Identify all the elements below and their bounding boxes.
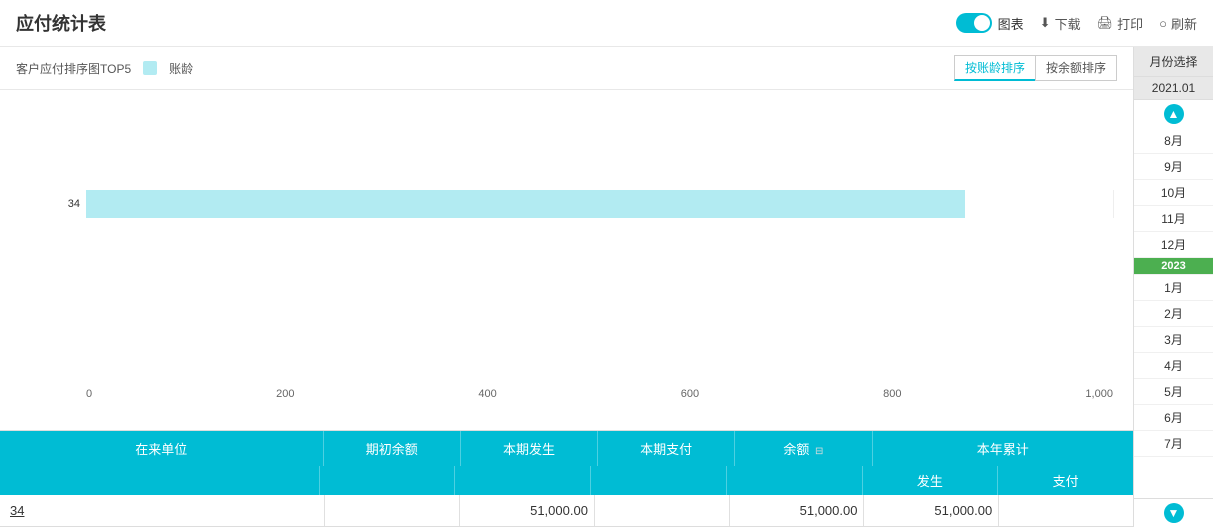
print-icon: 🖨 xyxy=(1097,15,1114,31)
month-item-1[interactable]: 1月 xyxy=(1134,275,1213,301)
legend-color-label: 账龄 xyxy=(169,60,193,77)
unit-link[interactable]: 34 xyxy=(10,503,24,518)
td-current-occur: 51,000.00 xyxy=(460,495,595,526)
gridline-1000 xyxy=(1113,190,1114,218)
refresh-button[interactable]: ○ 刷新 xyxy=(1159,14,1197,33)
th-current-occur: 本期发生 xyxy=(461,431,598,466)
table-subheader: 发生 支付 xyxy=(0,466,1133,495)
chart-inner: 34 856天 xyxy=(50,100,1113,400)
th-unit: 在来单位 xyxy=(0,431,324,466)
sidebar-title: 月份选择 xyxy=(1134,47,1213,77)
td-annual-pay xyxy=(999,495,1133,526)
main-content: 客户应付排序图TOP5 账龄 按账龄排序 按余额排序 34 xyxy=(0,47,1213,527)
th-annual: 本年累计 xyxy=(873,431,1133,466)
sidebar-current-value: 2021.01 xyxy=(1134,77,1213,100)
legend-color-dot xyxy=(143,61,157,75)
month-item-9[interactable]: 9月 xyxy=(1134,154,1213,180)
month-item-5[interactable]: 5月 xyxy=(1134,379,1213,405)
th-sub-spacer2 xyxy=(320,466,456,495)
sort-by-age-button[interactable]: 按账龄排序 xyxy=(954,55,1035,81)
th-sub-spacer5 xyxy=(727,466,863,495)
refresh-label: 刷新 xyxy=(1171,14,1197,33)
month-item-6[interactable]: 6月 xyxy=(1134,405,1213,431)
x-tick-0: 0 xyxy=(86,388,92,400)
x-tick-400: 400 xyxy=(478,388,496,400)
td-opening xyxy=(325,495,460,526)
td-balance: 51,000.00 xyxy=(730,495,865,526)
balance-filter-icon: ⊟ xyxy=(815,446,823,457)
x-tick-1000: 1,000 xyxy=(1085,388,1113,400)
chart-toggle-label: 图表 xyxy=(998,14,1024,33)
legend-label: 客户应付排序图TOP5 xyxy=(16,60,131,77)
sidebar-nav-up[interactable]: ▲ xyxy=(1134,100,1213,128)
th-sub-spacer4 xyxy=(591,466,727,495)
year-marker-2023: 2023 xyxy=(1134,258,1213,275)
download-label: 下载 xyxy=(1055,14,1081,33)
data-table: 在来单位 期初余额 本期发生 本期支付 余额 ⊟ 本年累计 xyxy=(0,430,1133,527)
x-axis: 0 200 400 600 800 1,000 xyxy=(86,388,1113,400)
sidebar-nav-down[interactable]: ▼ xyxy=(1134,498,1213,527)
th-opening: 期初余额 xyxy=(324,431,461,466)
page-header: 应付统计表 图表 ⬇ 下载 🖨 打印 ○ 刷新 xyxy=(0,0,1213,47)
bar-y-label: 34 xyxy=(50,198,80,210)
x-tick-200: 200 xyxy=(276,388,294,400)
x-tick-800: 800 xyxy=(883,388,901,400)
month-item-2[interactable]: 2月 xyxy=(1134,301,1213,327)
th-sub-spacer3 xyxy=(455,466,591,495)
table-header: 在来单位 期初余额 本期发生 本期支付 余额 ⊟ 本年累计 xyxy=(0,431,1133,466)
month-item-4[interactable]: 4月 xyxy=(1134,353,1213,379)
refresh-icon: ○ xyxy=(1159,16,1167,31)
chart-legend: 客户应付排序图TOP5 账龄 xyxy=(16,60,193,77)
chart-table-area: 客户应付排序图TOP5 账龄 按账龄排序 按余额排序 34 xyxy=(0,47,1133,527)
print-label: 打印 xyxy=(1117,14,1143,33)
month-selector-sidebar: 月份选择 2021.01 ▲ 8月 9月 10月 11月 12月 2023 1月… xyxy=(1133,47,1213,527)
download-icon: ⬇ xyxy=(1040,15,1051,31)
nav-down-arrow[interactable]: ▼ xyxy=(1164,503,1184,523)
chart-toggle-wrap[interactable]: 图表 xyxy=(956,13,1024,33)
td-current-pay xyxy=(595,495,730,526)
month-item-10[interactable]: 10月 xyxy=(1134,180,1213,206)
th-balance: 余额 ⊟ xyxy=(735,431,872,466)
month-item-12[interactable]: 12月 xyxy=(1134,232,1213,258)
th-annual-occur: 发生 xyxy=(863,466,999,495)
chart-sort-options: 按账龄排序 按余额排序 xyxy=(954,55,1117,81)
month-item-3[interactable]: 3月 xyxy=(1134,327,1213,353)
month-item-7[interactable]: 7月 xyxy=(1134,431,1213,457)
nav-up-arrow[interactable]: ▲ xyxy=(1164,104,1184,124)
bar-chart: 34 856天 xyxy=(0,90,1133,430)
bar-track: 856天 xyxy=(86,190,1113,218)
sort-by-balance-button[interactable]: 按余额排序 xyxy=(1035,55,1117,81)
month-item-11[interactable]: 11月 xyxy=(1134,206,1213,232)
td-unit: 34 xyxy=(0,495,325,526)
th-current-pay: 本期支付 xyxy=(598,431,735,466)
th-sub-spacer1 xyxy=(0,466,320,495)
page-title: 应付统计表 xyxy=(16,10,106,36)
print-button[interactable]: 🖨 打印 xyxy=(1097,14,1144,33)
download-button[interactable]: ⬇ 下载 xyxy=(1040,14,1081,33)
chart-header: 客户应付排序图TOP5 账龄 按账龄排序 按余额排序 xyxy=(0,47,1133,90)
th-annual-pay: 支付 xyxy=(998,466,1133,495)
month-item-8[interactable]: 8月 xyxy=(1134,128,1213,154)
table-row: 34 51,000.00 51,000.00 51,000.00 xyxy=(0,495,1133,527)
header-actions: 图表 ⬇ 下载 🖨 打印 ○ 刷新 xyxy=(956,13,1197,33)
td-annual-occur: 51,000.00 xyxy=(864,495,999,526)
x-tick-600: 600 xyxy=(681,388,699,400)
bar-row-1: 34 856天 xyxy=(50,190,1113,218)
bar-fill xyxy=(86,190,965,218)
month-list: 8月 9月 10月 11月 12月 2023 1月 2月 3月 4月 5月 6月… xyxy=(1134,128,1213,498)
chart-toggle[interactable] xyxy=(956,13,992,33)
